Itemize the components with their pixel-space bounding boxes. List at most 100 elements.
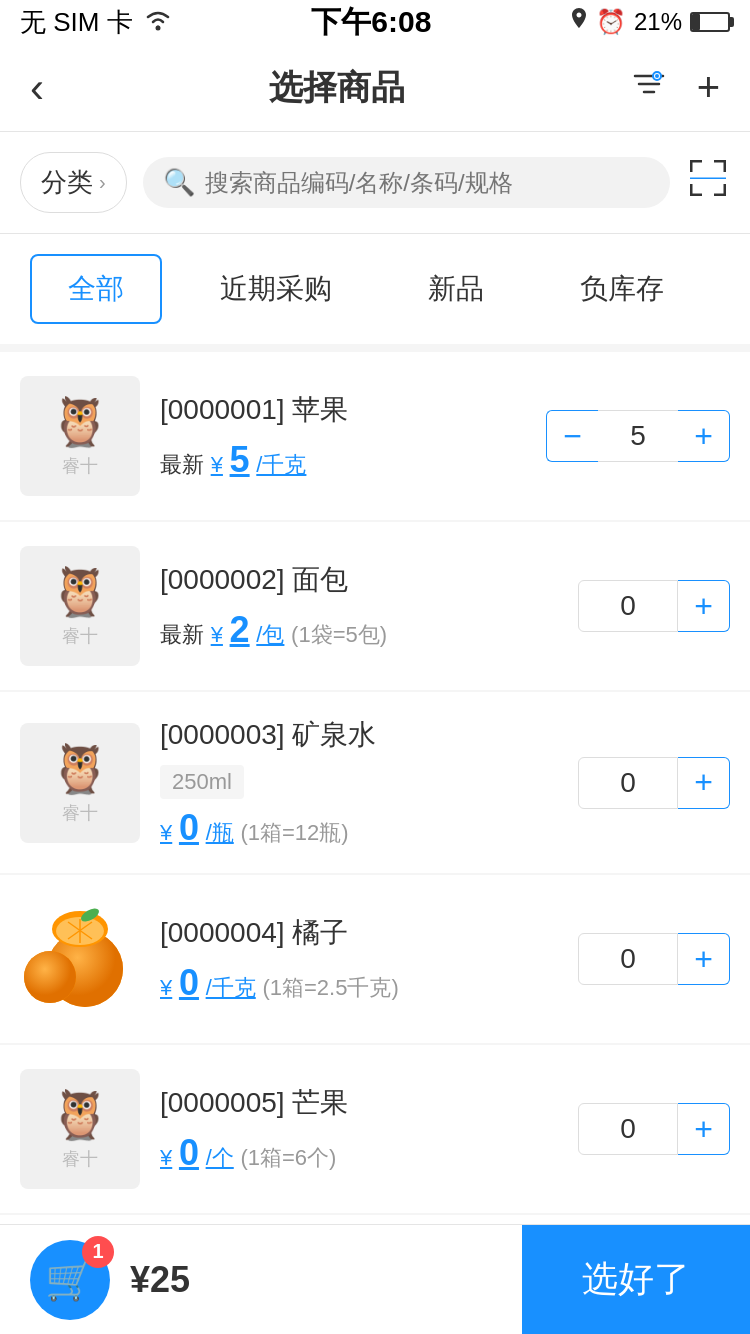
qty-plus-button[interactable]: + bbox=[678, 933, 730, 985]
product-info: [0000003] 矿泉水 250ml ¥ 0 /瓶 (1箱=12瓶) bbox=[160, 716, 558, 849]
placeholder-image: 🦉 睿十 bbox=[20, 1069, 140, 1189]
price-number: 0 bbox=[179, 962, 199, 1003]
product-price: ¥ 0 /个 (1箱=6个) bbox=[160, 1132, 558, 1174]
list-item: [0000004] 橘子 ¥ 0 /千克 (1箱=2.5千克) + bbox=[0, 875, 750, 1043]
chevron-right-icon: › bbox=[99, 171, 106, 194]
qty-input[interactable] bbox=[578, 933, 678, 985]
list-item: 🦉 睿十 [0000002] 面包 最新 ¥ 2 /包 (1袋=5包) + bbox=[0, 522, 750, 690]
quantity-control[interactable]: + bbox=[578, 580, 730, 632]
search-icon: 🔍 bbox=[163, 167, 195, 198]
price-currency: ¥ bbox=[211, 622, 223, 647]
quantity-control[interactable]: + bbox=[578, 1103, 730, 1155]
qty-minus-button[interactable]: − bbox=[546, 410, 598, 462]
product-spec: 250ml bbox=[160, 765, 244, 799]
price-number: 0 bbox=[179, 1132, 199, 1173]
qty-plus-button[interactable]: + bbox=[678, 410, 730, 462]
quantity-control[interactable]: − + bbox=[546, 410, 730, 462]
qty-input[interactable] bbox=[578, 757, 678, 809]
product-info: [0000004] 橘子 ¥ 0 /千克 (1箱=2.5千克) bbox=[160, 914, 558, 1004]
product-name: [0000005] 芒果 bbox=[160, 1084, 558, 1122]
brand-text: 睿十 bbox=[62, 624, 98, 648]
brand-text: 睿十 bbox=[62, 1147, 98, 1171]
price-currency: ¥ bbox=[160, 820, 172, 845]
quantity-control[interactable]: + bbox=[578, 933, 730, 985]
owl-icon: 🦉 bbox=[50, 741, 110, 797]
placeholder-image: 🦉 睿十 bbox=[20, 376, 140, 496]
price-currency: ¥ bbox=[211, 452, 223, 477]
svg-rect-9 bbox=[724, 160, 727, 172]
page-title: 选择商品 bbox=[269, 65, 405, 111]
qty-plus-button[interactable]: + bbox=[678, 1103, 730, 1155]
cart-section: 🛒 1 ¥25 bbox=[0, 1240, 522, 1320]
product-thumbnail: 🦉 睿十 bbox=[20, 1069, 140, 1189]
cart-button[interactable]: 🛒 1 bbox=[30, 1240, 110, 1320]
price-pack: (1箱=2.5千克) bbox=[262, 975, 398, 1000]
product-price: ¥ 0 /千克 (1箱=2.5千克) bbox=[160, 962, 558, 1004]
qty-input[interactable] bbox=[578, 1103, 678, 1155]
nav-right[interactable]: + bbox=[631, 65, 720, 110]
product-name: [0000004] 橘子 bbox=[160, 914, 558, 952]
price-unit: /个 bbox=[206, 1145, 234, 1170]
qty-input[interactable] bbox=[598, 410, 678, 462]
price-latest-label: 最新 bbox=[160, 622, 204, 647]
qty-plus-button[interactable]: + bbox=[678, 757, 730, 809]
product-thumbnail: 🦉 睿十 bbox=[20, 546, 140, 666]
tab-new[interactable]: 新品 bbox=[390, 254, 522, 324]
bottom-bar: 🛒 1 ¥25 选好了 bbox=[0, 1224, 750, 1334]
price-pack: (1箱=6个) bbox=[240, 1145, 336, 1170]
product-thumbnail: 🦉 睿十 bbox=[20, 376, 140, 496]
owl-icon: 🦉 bbox=[50, 564, 110, 620]
carrier-label: 无 SIM 卡 bbox=[20, 5, 133, 40]
owl-icon: 🦉 bbox=[50, 1087, 110, 1143]
price-number: 2 bbox=[230, 609, 250, 650]
tab-bar: 全部 近期采购 新品 负库存 bbox=[0, 234, 750, 352]
battery-percent: 21% bbox=[634, 8, 682, 36]
back-button[interactable]: ‹ bbox=[30, 64, 44, 112]
product-thumbnail bbox=[20, 899, 140, 1019]
search-input[interactable] bbox=[205, 169, 650, 197]
product-name: [0000003] 矿泉水 bbox=[160, 716, 558, 754]
search-bar: 分类 › 🔍 bbox=[0, 132, 750, 234]
svg-rect-11 bbox=[690, 184, 693, 196]
price-pack: (1袋=5包) bbox=[291, 622, 387, 647]
category-button[interactable]: 分类 › bbox=[20, 152, 127, 213]
qty-plus-button[interactable]: + bbox=[678, 580, 730, 632]
price-unit: /瓶 bbox=[206, 820, 234, 845]
location-icon bbox=[570, 8, 588, 36]
status-left: 无 SIM 卡 bbox=[20, 5, 173, 40]
scan-icon[interactable] bbox=[686, 156, 730, 209]
product-info: [0000002] 面包 最新 ¥ 2 /包 (1袋=5包) bbox=[160, 561, 558, 651]
price-unit: /千克 bbox=[206, 975, 256, 1000]
price-number: 5 bbox=[230, 439, 250, 480]
list-item: 🦉 睿十 [0000003] 矿泉水 250ml ¥ 0 /瓶 (1箱=12瓶)… bbox=[0, 692, 750, 873]
search-input-wrap[interactable]: 🔍 bbox=[143, 157, 670, 208]
tab-recent[interactable]: 近期采购 bbox=[182, 254, 370, 324]
price-latest-label: 最新 bbox=[160, 452, 204, 477]
svg-rect-13 bbox=[724, 184, 727, 196]
add-button[interactable]: + bbox=[697, 65, 720, 110]
qty-input[interactable] bbox=[578, 580, 678, 632]
cart-badge: 1 bbox=[82, 1236, 114, 1268]
svg-rect-14 bbox=[690, 178, 726, 180]
product-info: [0000001] 苹果 最新 ¥ 5 /千克 bbox=[160, 391, 526, 481]
status-bar: 无 SIM 卡 下午6:08 ⏰ 21% bbox=[0, 0, 750, 44]
tab-negative[interactable]: 负库存 bbox=[542, 254, 702, 324]
confirm-button[interactable]: 选好了 bbox=[522, 1225, 750, 1335]
list-item: 🦉 睿十 [0000001] 苹果 最新 ¥ 5 /千克 − + bbox=[0, 352, 750, 520]
category-label: 分类 bbox=[41, 165, 93, 200]
tab-all[interactable]: 全部 bbox=[30, 254, 162, 324]
price-currency: ¥ bbox=[160, 975, 172, 1000]
placeholder-image: 🦉 睿十 bbox=[20, 723, 140, 843]
price-unit: /千克 bbox=[256, 452, 306, 477]
svg-rect-7 bbox=[690, 160, 693, 172]
product-list: 🦉 睿十 [0000001] 苹果 最新 ¥ 5 /千克 − + 🦉 睿十 bbox=[0, 352, 750, 1334]
product-price: ¥ 0 /瓶 (1箱=12瓶) bbox=[160, 807, 558, 849]
quantity-control[interactable]: + bbox=[578, 757, 730, 809]
brand-text: 睿十 bbox=[62, 801, 98, 825]
placeholder-image: 🦉 睿十 bbox=[20, 546, 140, 666]
product-name: [0000001] 苹果 bbox=[160, 391, 526, 429]
product-price: 最新 ¥ 5 /千克 bbox=[160, 439, 526, 481]
wifi-icon bbox=[143, 7, 173, 38]
nav-left[interactable]: ‹ bbox=[30, 64, 44, 112]
filter-icon[interactable] bbox=[631, 67, 667, 109]
